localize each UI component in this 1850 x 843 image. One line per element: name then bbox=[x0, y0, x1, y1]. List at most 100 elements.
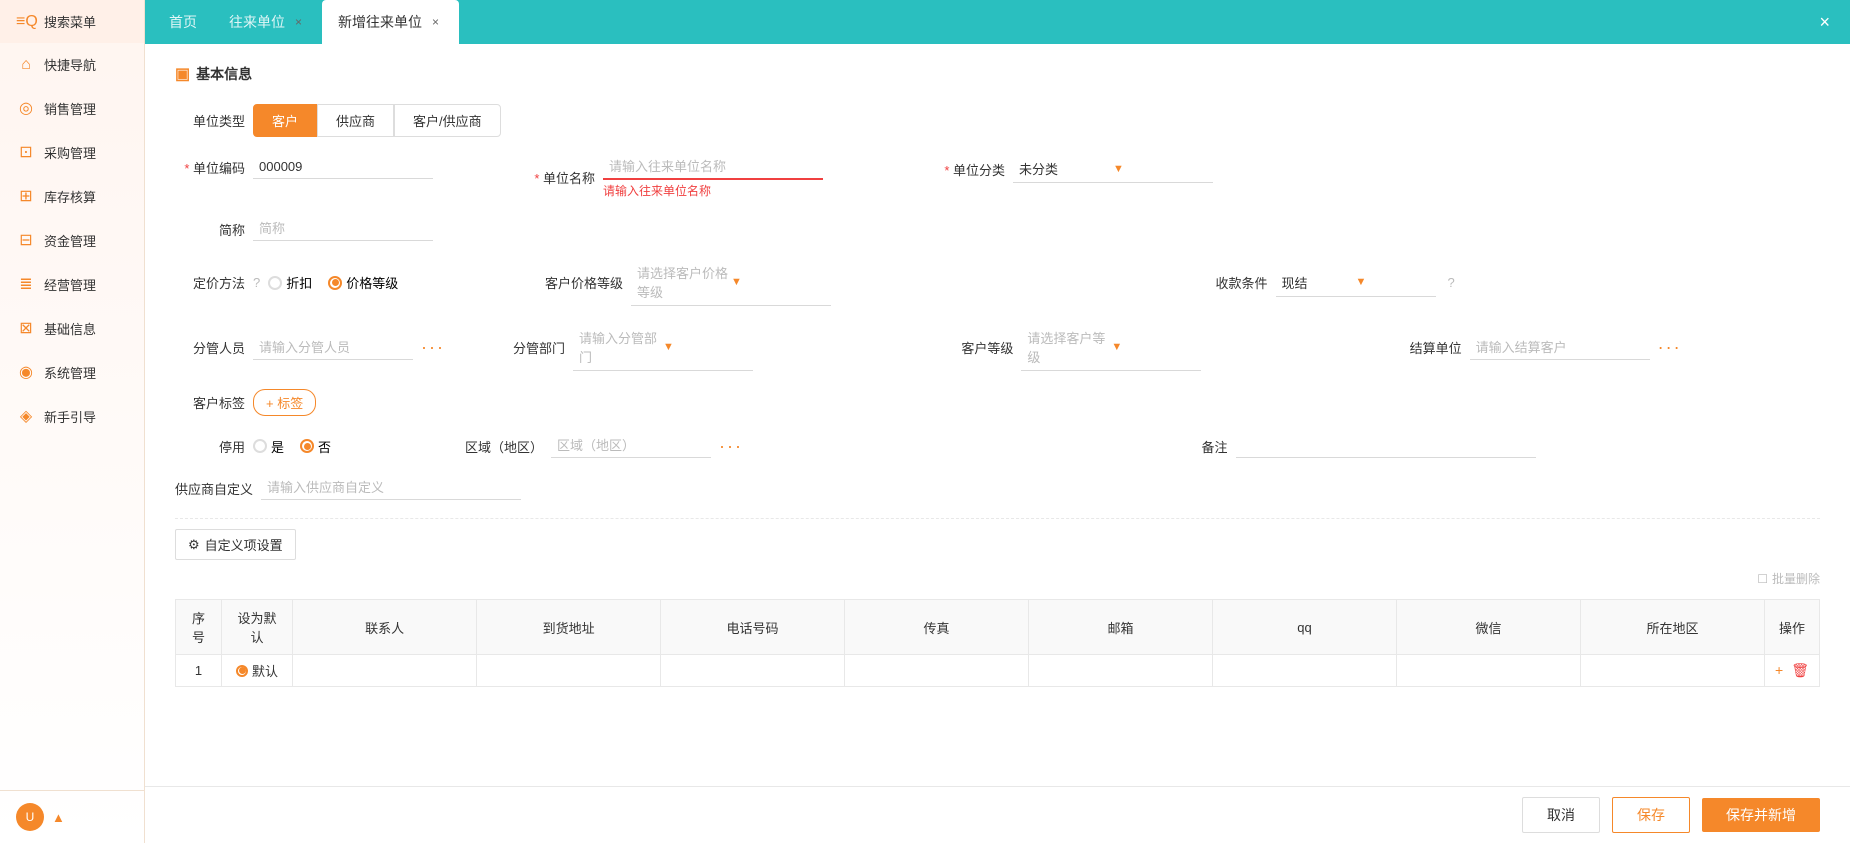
cell-contact[interactable] bbox=[293, 655, 477, 687]
cell-region[interactable] bbox=[1581, 655, 1765, 687]
sidebar-item-operations-mgmt[interactable]: ≣ 经营管理 bbox=[0, 262, 144, 306]
unit-name-input[interactable] bbox=[603, 155, 823, 180]
sidebar-item-label: 销售管理 bbox=[44, 99, 96, 118]
cell-email[interactable] bbox=[1029, 655, 1213, 687]
phone-input[interactable] bbox=[671, 663, 834, 678]
sidebar-item-finance-mgmt[interactable]: ⊟ 资金管理 bbox=[0, 218, 144, 262]
save-and-new-button[interactable]: 保存并新增 bbox=[1702, 798, 1820, 832]
alias-field: 简称 bbox=[175, 217, 495, 241]
region-field: 区域（地区） ··· bbox=[465, 434, 1128, 458]
supplier-custom-input[interactable] bbox=[261, 476, 521, 500]
default-radio[interactable] bbox=[236, 665, 248, 677]
unit-code-input[interactable] bbox=[253, 155, 433, 179]
alias-label: 简称 bbox=[175, 220, 245, 239]
customer-tag-label: 客户标签 bbox=[175, 393, 245, 412]
purchase-icon: ⊡ bbox=[16, 142, 36, 162]
window-close-button[interactable]: × bbox=[1807, 12, 1842, 33]
chevron-down-icon-5: ▼ bbox=[1111, 341, 1195, 353]
unit-btn-both[interactable]: 客户/供应商 bbox=[394, 104, 501, 137]
radio-yes-circle bbox=[253, 439, 267, 453]
radio-disabled-no[interactable]: 否 bbox=[300, 437, 331, 456]
sidebar-item-sales-mgmt[interactable]: ◎ 销售管理 bbox=[0, 86, 144, 130]
cell-action: + 🗑 bbox=[1765, 655, 1820, 687]
sidebar-item-new-user-guide[interactable]: ◈ 新手引导 bbox=[0, 394, 144, 438]
pricing-help-icon[interactable]: ? bbox=[253, 275, 260, 290]
sidebar-item-label: 采购管理 bbox=[44, 143, 96, 162]
manager-more-icon[interactable]: ··· bbox=[421, 337, 445, 358]
tab-new-partner[interactable]: 新增往来单位 × bbox=[322, 0, 459, 44]
sidebar-item-inventory-mgmt[interactable]: ⊞ 库存核算 bbox=[0, 174, 144, 218]
section-title: ▣ 基本信息 bbox=[175, 64, 1820, 84]
address-input[interactable] bbox=[487, 663, 650, 678]
sidebar-item-system-mgmt[interactable]: ◉ 系统管理 bbox=[0, 350, 144, 394]
custom-settings-button[interactable]: ⚙ 自定义项设置 bbox=[175, 529, 296, 560]
add-row-icon[interactable]: + bbox=[1775, 662, 1783, 679]
contact-input[interactable] bbox=[303, 663, 466, 678]
fax-input[interactable] bbox=[855, 663, 1018, 678]
radio-price-level[interactable]: 价格等级 bbox=[328, 273, 398, 292]
tab-new-partner-close[interactable]: × bbox=[428, 13, 443, 31]
default-label: 默认 bbox=[252, 661, 278, 680]
customer-price-level-label: 客户价格等级 bbox=[545, 273, 623, 292]
table-row: 1 默认 bbox=[176, 655, 1820, 687]
region-table-input[interactable] bbox=[1591, 663, 1754, 678]
alias-input[interactable] bbox=[253, 217, 433, 241]
supplier-custom-label: 供应商自定义 bbox=[175, 479, 253, 498]
payment-help-icon[interactable]: ? bbox=[1448, 275, 1455, 290]
radio-discount[interactable]: 折扣 bbox=[268, 273, 312, 292]
region-label: 区域（地区） bbox=[465, 437, 543, 456]
settlement-unit-input[interactable] bbox=[1470, 336, 1650, 360]
region-input[interactable] bbox=[551, 434, 711, 458]
qq-input[interactable] bbox=[1223, 663, 1386, 678]
department-select[interactable]: 请输入分管部门 ▼ bbox=[573, 324, 753, 371]
sidebar-item-search-menu[interactable]: ≡Q 搜索菜单 bbox=[0, 0, 144, 43]
col-region: 所在地区 bbox=[1581, 600, 1765, 655]
email-input[interactable] bbox=[1039, 663, 1202, 678]
finance-icon: ⊟ bbox=[16, 230, 36, 250]
chevron-down-icon-2: ▼ bbox=[731, 276, 825, 288]
sidebar-item-label: 搜索菜单 bbox=[44, 12, 96, 31]
supplier-custom-row: 供应商自定义 bbox=[175, 476, 1820, 500]
disabled-radio-group: 是 否 bbox=[253, 437, 331, 456]
tab-home[interactable]: 首页 bbox=[153, 0, 213, 44]
customer-price-level-select[interactable]: 请选择客户价格等级 ▼ bbox=[631, 259, 831, 306]
cell-wechat[interactable] bbox=[1397, 655, 1581, 687]
batch-delete-label[interactable]: 批量删除 bbox=[1772, 570, 1820, 587]
cell-qq[interactable] bbox=[1212, 655, 1396, 687]
search-menu-icon: ≡Q bbox=[16, 13, 36, 31]
sidebar-item-label: 系统管理 bbox=[44, 363, 96, 382]
save-button[interactable]: 保存 bbox=[1612, 797, 1690, 833]
wechat-input[interactable] bbox=[1407, 663, 1570, 678]
col-default: 设为默认 bbox=[221, 600, 292, 655]
cancel-button[interactable]: 取消 bbox=[1522, 797, 1600, 833]
sidebar-item-label: 新手引导 bbox=[44, 407, 96, 426]
cell-fax[interactable] bbox=[845, 655, 1029, 687]
radio-disabled-yes[interactable]: 是 bbox=[253, 437, 284, 456]
unit-name-label: 单位名称 bbox=[525, 168, 595, 187]
region-more-icon[interactable]: ··· bbox=[719, 436, 743, 457]
radio-discount-label: 折扣 bbox=[286, 273, 312, 292]
tab-partner-list[interactable]: 往来单位 × bbox=[213, 0, 322, 44]
cell-default: 默认 bbox=[221, 655, 292, 687]
payment-terms-select[interactable]: 现结 ▼ bbox=[1276, 269, 1436, 297]
unit-btn-customer[interactable]: 客户 bbox=[253, 104, 317, 137]
customer-tag-field: 客户标签 + 标签 bbox=[175, 389, 1820, 416]
unit-category-select[interactable]: 未分类 ▼ bbox=[1013, 155, 1213, 183]
tab-partner-list-close[interactable]: × bbox=[291, 13, 306, 31]
remark-input[interactable] bbox=[1236, 434, 1536, 458]
customer-level-select[interactable]: 请选择客户等级 ▼ bbox=[1021, 324, 1201, 371]
manager-input[interactable] bbox=[253, 336, 413, 360]
settlement-more-icon[interactable]: ··· bbox=[1658, 337, 1682, 358]
sidebar-item-quick-nav[interactable]: ⌂ 快捷导航 bbox=[0, 43, 144, 86]
cell-address[interactable] bbox=[477, 655, 661, 687]
cell-phone[interactable] bbox=[661, 655, 845, 687]
unit-btn-supplier[interactable]: 供应商 bbox=[317, 104, 394, 137]
main-area: 首页 往来单位 × 新增往来单位 × × ▣ 基本信息 单位类型 客户 bbox=[145, 0, 1850, 843]
add-tag-button[interactable]: + 标签 bbox=[253, 389, 316, 416]
radio-price-level-circle bbox=[328, 276, 342, 290]
payment-terms-value: 现结 bbox=[1282, 273, 1356, 292]
delete-row-icon[interactable]: 🗑 bbox=[1791, 662, 1809, 679]
sidebar-item-basic-info[interactable]: ⊠ 基础信息 bbox=[0, 306, 144, 350]
sidebar-item-purchase-mgmt[interactable]: ⊡ 采购管理 bbox=[0, 130, 144, 174]
quick-nav-icon: ⌂ bbox=[16, 56, 36, 74]
